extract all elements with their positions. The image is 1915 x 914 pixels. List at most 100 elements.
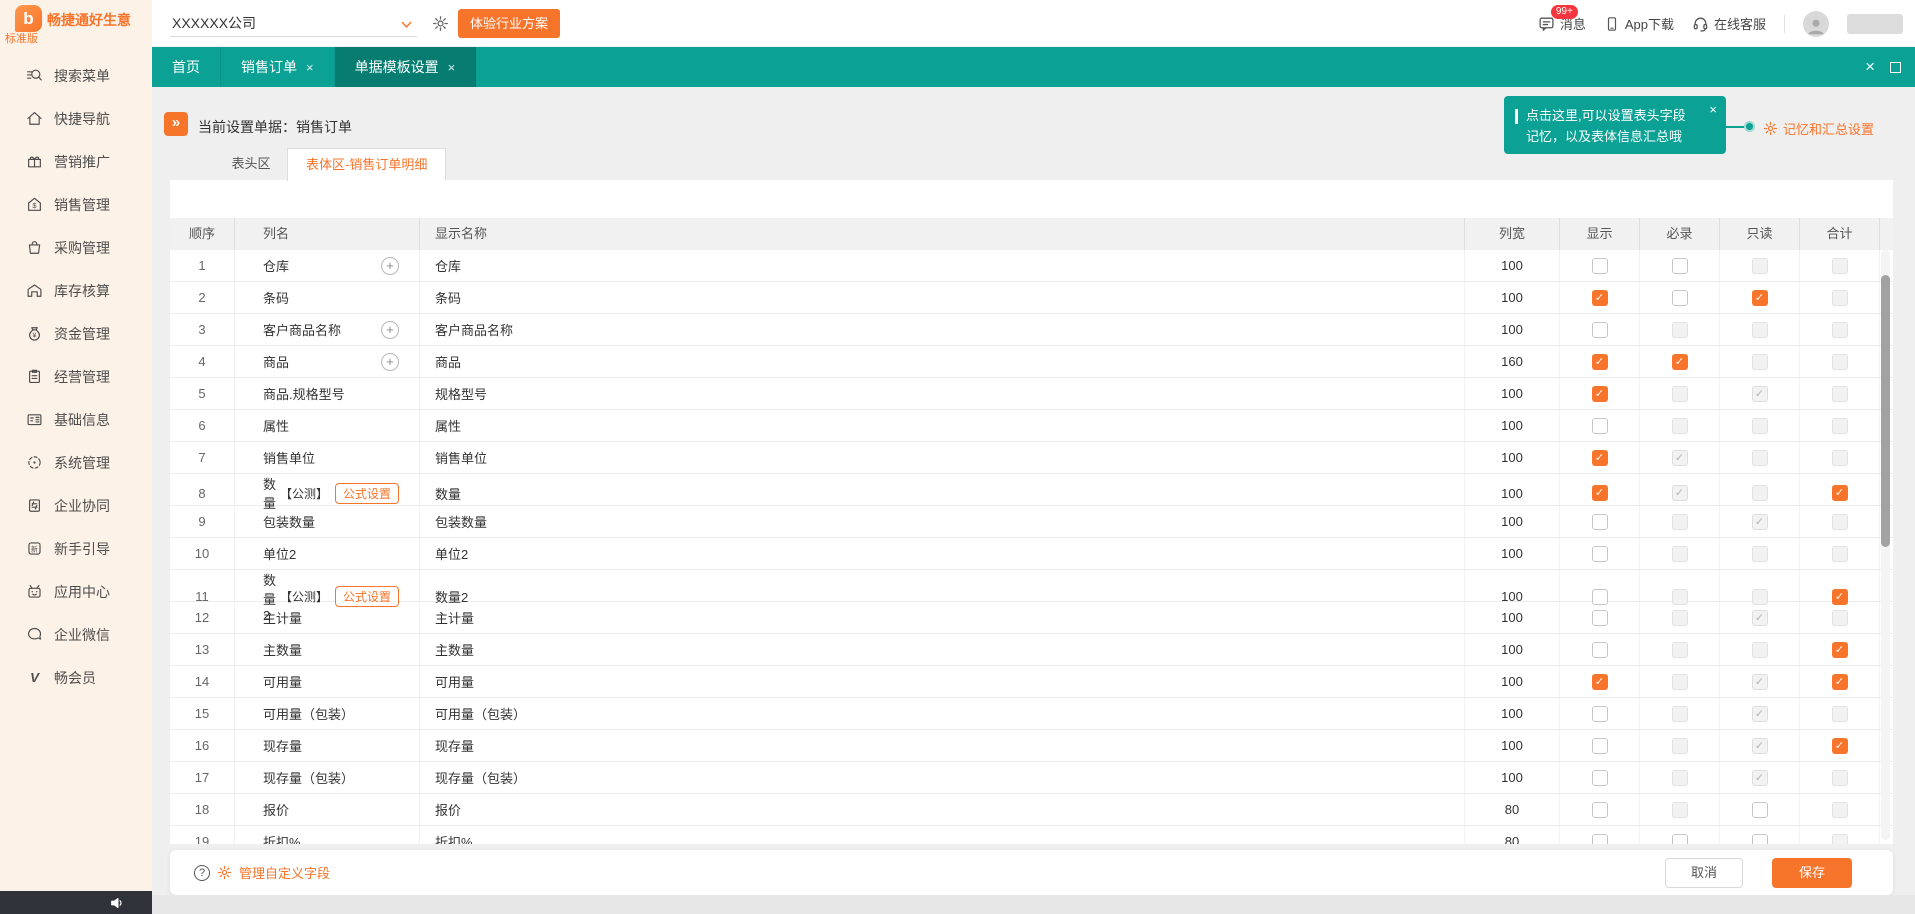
checkbox-readonly[interactable] — [1751, 289, 1768, 306]
industry-solution-button[interactable]: 体验行业方案 — [458, 9, 561, 38]
cell-column-name: 商品.规格型号 — [235, 378, 420, 409]
table-row: 10 单位2 单位2 100 — [170, 538, 1893, 570]
scrollbar-thumb[interactable] — [1881, 275, 1890, 547]
column-name-label: 可用量（包装） — [263, 707, 355, 722]
sidebar-item-operations[interactable]: 经营管理 — [0, 355, 152, 398]
checkbox-display[interactable] — [1591, 513, 1608, 530]
help-icon[interactable]: ? — [194, 864, 210, 881]
sidebar-item-search[interactable]: 搜索菜单 — [0, 54, 152, 97]
checkbox-display[interactable] — [1591, 801, 1608, 818]
checkbox-total[interactable] — [1831, 737, 1848, 754]
checkbox-display[interactable] — [1591, 609, 1608, 626]
add-column-icon[interactable]: + — [381, 352, 399, 371]
cell-checkbox-required — [1640, 282, 1720, 313]
app-download-button[interactable]: App下载 — [1604, 14, 1674, 33]
settings-gear-icon[interactable] — [432, 15, 449, 32]
online-support-button[interactable]: 在线客服 — [1692, 14, 1766, 33]
doc-tab-销售订单[interactable]: 销售订单 × — [221, 47, 335, 87]
cell-checkbox-required — [1640, 698, 1720, 729]
sidebar-item-system[interactable]: 系统管理 — [0, 441, 152, 484]
sidebar-item-appcenter[interactable]: 应用中心 — [0, 570, 152, 613]
checkbox-required[interactable] — [1671, 257, 1688, 274]
cell-checkbox-readonly — [1720, 698, 1800, 729]
column-name-label: 包装数量 — [263, 515, 316, 530]
tab-close-icon[interactable]: × — [306, 60, 314, 75]
formula-settings-button[interactable]: 公式设置 — [334, 482, 399, 504]
sidebar-item-member[interactable]: V 畅会员 — [0, 656, 152, 699]
checkbox-readonly — [1751, 353, 1768, 370]
save-button[interactable]: 保存 — [1772, 858, 1852, 888]
checkbox-display[interactable] — [1591, 385, 1608, 402]
avatar[interactable] — [1803, 10, 1829, 37]
sidebar-item-label: 系统管理 — [54, 454, 110, 471]
chevron-down-icon — [401, 21, 412, 29]
appcenter-icon — [26, 583, 43, 600]
cell-seq: 1 — [170, 250, 235, 281]
checkbox-total[interactable] — [1831, 588, 1848, 605]
checkbox-display[interactable] — [1591, 485, 1608, 501]
sidebar-item-wecom[interactable]: 企业微信 — [0, 613, 152, 656]
checkbox-display[interactable] — [1591, 257, 1608, 274]
tooltip-close-icon[interactable]: × — [1709, 102, 1717, 117]
table-row: 18 报价 报价 80 — [170, 794, 1893, 826]
checkbox-total[interactable] — [1831, 641, 1848, 658]
manage-custom-fields-link[interactable]: 管理自定义字段 — [239, 863, 330, 882]
topbar: XXXXXX公司 体验行业方案 消息 99+ App下载 在线客服 — [152, 0, 1915, 47]
checkbox-readonly[interactable] — [1751, 833, 1768, 844]
cell-checkbox-display — [1560, 346, 1640, 377]
checkbox-display[interactable] — [1591, 737, 1608, 754]
checkbox-required[interactable] — [1671, 289, 1688, 306]
checkbox-total[interactable] — [1831, 673, 1848, 690]
sidebar-item-sales[interactable]: $ 销售管理 — [0, 183, 152, 226]
user-name-placeholder[interactable] — [1847, 13, 1903, 34]
checkbox-display[interactable] — [1591, 289, 1608, 306]
phone-icon — [1607, 16, 1616, 31]
doc-tab-单据模板设置[interactable]: 单据模板设置 × — [334, 47, 477, 87]
sidebar-item-funds[interactable]: ¥ 资金管理 — [0, 312, 152, 355]
cell-column-name: 主计量 — [235, 602, 420, 633]
checkbox-display[interactable] — [1591, 833, 1608, 844]
sidebar-item-info[interactable]: 基础信息 — [0, 398, 152, 441]
sidebar-item-collab[interactable]: 企业协同 — [0, 484, 152, 527]
tab-header-area[interactable]: 表头区 — [215, 148, 287, 180]
restore-window-icon[interactable] — [1890, 61, 1901, 73]
add-column-icon[interactable]: + — [381, 320, 399, 339]
checkbox-display[interactable] — [1591, 673, 1608, 690]
checkbox-display[interactable] — [1591, 321, 1608, 338]
checkbox-display[interactable] — [1591, 545, 1608, 562]
checkbox-total — [1831, 417, 1848, 434]
cell-seq: 5 — [170, 378, 235, 409]
checkbox-readonly[interactable] — [1751, 801, 1768, 818]
checkbox-display[interactable] — [1591, 705, 1608, 722]
sidebar-item-home[interactable]: 快捷导航 — [0, 97, 152, 140]
member-icon: V — [26, 669, 43, 686]
checkbox-display[interactable] — [1591, 449, 1608, 466]
cell-column-width: 100 — [1465, 282, 1560, 313]
sidebar-item-purchase[interactable]: 采购管理 — [0, 226, 152, 269]
topbar-right: 消息 99+ App下载 在线客服 — [1538, 0, 1903, 47]
add-column-icon[interactable]: + — [381, 256, 399, 275]
checkbox-display[interactable] — [1591, 641, 1608, 658]
checkbox-total[interactable] — [1831, 485, 1848, 501]
doc-tab-首页[interactable]: 首页 — [152, 47, 221, 87]
cell-checkbox-display — [1560, 794, 1640, 825]
close-all-icon[interactable]: × — [1865, 57, 1875, 77]
svg-text:新: 新 — [31, 544, 38, 553]
checkbox-display[interactable] — [1591, 588, 1608, 605]
tab-close-icon[interactable]: × — [448, 60, 456, 75]
sidebar-item-newbie[interactable]: 新 新手引导 — [0, 527, 152, 570]
tab-body-area[interactable]: 表体区-销售订单明细 — [287, 148, 447, 181]
checkbox-display[interactable] — [1591, 417, 1608, 434]
messages-button[interactable]: 消息 99+ — [1538, 5, 1586, 33]
cell-checkbox-required — [1640, 378, 1720, 409]
checkbox-display[interactable] — [1591, 353, 1608, 370]
checkbox-required[interactable] — [1671, 833, 1688, 844]
checkbox-required[interactable] — [1671, 353, 1688, 370]
cancel-button[interactable]: 取消 — [1665, 858, 1743, 888]
checkbox-display[interactable] — [1591, 769, 1608, 786]
company-selector[interactable]: XXXXXX公司 — [170, 11, 417, 37]
sidebar-item-gift[interactable]: 营销推广 — [0, 140, 152, 183]
speaker-icon[interactable] — [110, 896, 124, 910]
sidebar-item-inventory[interactable]: 库存核算 — [0, 269, 152, 312]
memory-summary-settings-link[interactable]: 记忆和汇总设置 — [1763, 119, 1874, 138]
